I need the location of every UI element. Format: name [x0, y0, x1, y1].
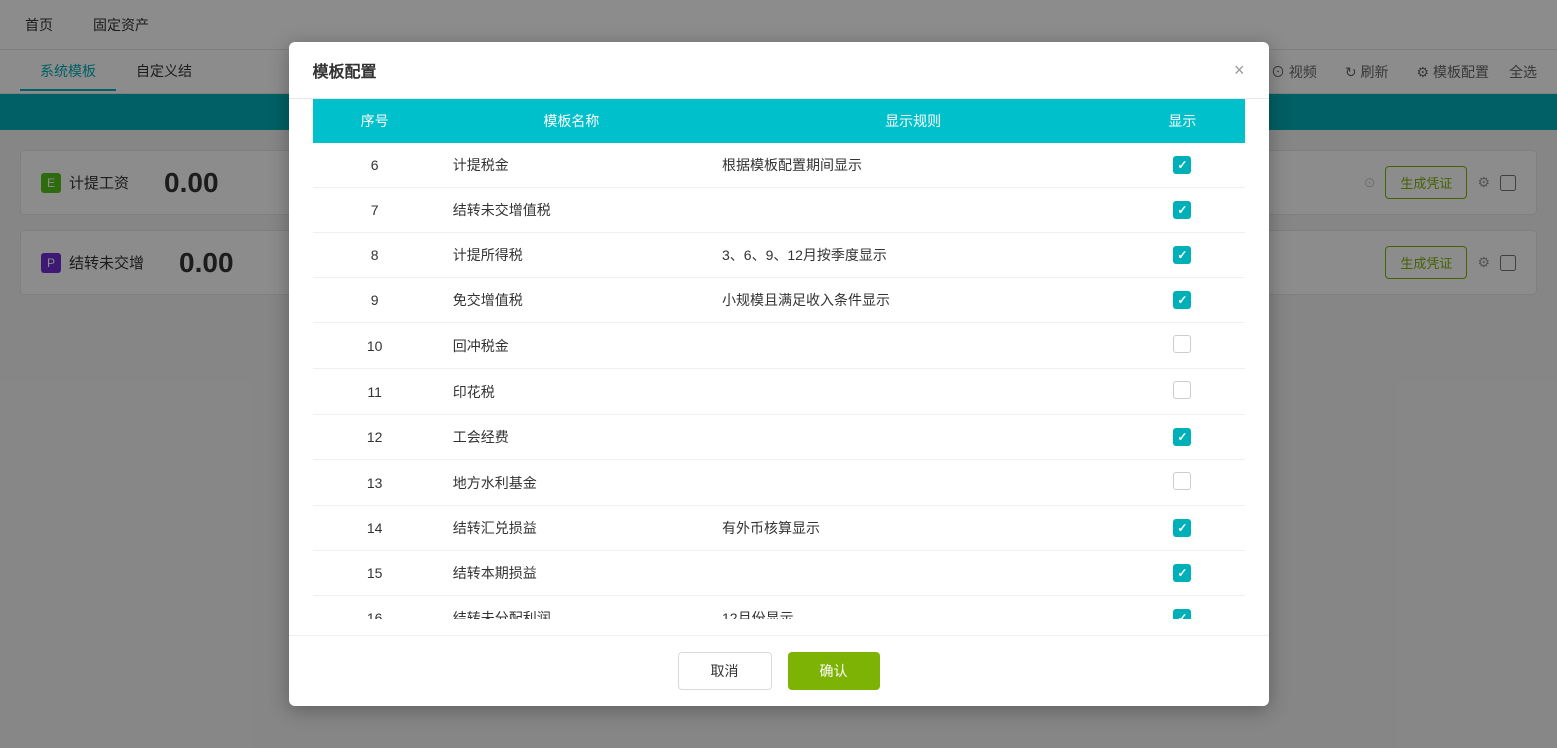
- cell-name-0: 计提税金: [437, 143, 706, 188]
- cell-rule-4: [706, 323, 1120, 369]
- cell-index-1: 7: [313, 188, 437, 233]
- checkbox-9[interactable]: [1173, 564, 1191, 582]
- table-body: 6计提税金根据模板配置期间显示7结转未交增值税8计提所得税3、6、9、12月按季…: [313, 143, 1245, 619]
- checkbox-1[interactable]: [1173, 201, 1191, 219]
- cell-check-0: [1120, 143, 1244, 188]
- dialog-close-button[interactable]: ×: [1234, 61, 1245, 79]
- cell-index-8: 14: [313, 506, 437, 551]
- cell-index-5: 11: [313, 369, 437, 415]
- modal-overlay: 模板配置 × 序号 模板名称 显示规则 显示 6计提税金根据模板配置期间显: [0, 0, 1557, 748]
- table-row: 11印花税: [313, 369, 1245, 415]
- cell-index-0: 6: [313, 143, 437, 188]
- cancel-button[interactable]: 取消: [678, 652, 772, 690]
- cell-rule-5: [706, 369, 1120, 415]
- cell-index-2: 8: [313, 233, 437, 278]
- checkbox-7[interactable]: [1173, 472, 1191, 490]
- table-row: 6计提税金根据模板配置期间显示: [313, 143, 1245, 188]
- cell-name-4: 回冲税金: [437, 323, 706, 369]
- cell-name-9: 结转本期损益: [437, 551, 706, 596]
- cell-index-9: 15: [313, 551, 437, 596]
- cell-check-3: [1120, 278, 1244, 323]
- dialog-footer: 取消 确认: [289, 635, 1269, 706]
- dialog-scroll-area[interactable]: 序号 模板名称 显示规则 显示 6计提税金根据模板配置期间显示7结转未交增值税8…: [313, 99, 1245, 619]
- table-row: 15结转本期损益: [313, 551, 1245, 596]
- cell-rule-10: 12月份显示: [706, 596, 1120, 620]
- col-header-rule: 显示规则: [706, 99, 1120, 143]
- cell-index-10: 16: [313, 596, 437, 620]
- checkbox-10[interactable]: [1173, 609, 1191, 619]
- cell-check-2: [1120, 233, 1244, 278]
- cell-name-6: 工会经费: [437, 415, 706, 460]
- checkbox-3[interactable]: [1173, 291, 1191, 309]
- table-row: 7结转未交增值税: [313, 188, 1245, 233]
- dialog-template-config: 模板配置 × 序号 模板名称 显示规则 显示 6计提税金根据模板配置期间显: [289, 42, 1269, 706]
- cell-name-10: 结转未分配利润: [437, 596, 706, 620]
- cell-check-5: [1120, 369, 1244, 415]
- cell-rule-7: [706, 460, 1120, 506]
- checkbox-2[interactable]: [1173, 246, 1191, 264]
- cell-name-1: 结转未交增值税: [437, 188, 706, 233]
- table-row: 9免交增值税小规模且满足收入条件显示: [313, 278, 1245, 323]
- cell-name-5: 印花税: [437, 369, 706, 415]
- cell-index-6: 12: [313, 415, 437, 460]
- table-row: 8计提所得税3、6、9、12月按季度显示: [313, 233, 1245, 278]
- cell-rule-2: 3、6、9、12月按季度显示: [706, 233, 1120, 278]
- checkbox-4[interactable]: [1173, 335, 1191, 353]
- confirm-button[interactable]: 确认: [788, 652, 880, 690]
- cell-check-7: [1120, 460, 1244, 506]
- cell-index-4: 10: [313, 323, 437, 369]
- checkbox-0[interactable]: [1173, 156, 1191, 174]
- cell-rule-9: [706, 551, 1120, 596]
- cell-check-6: [1120, 415, 1244, 460]
- dialog-header: 模板配置 ×: [289, 42, 1269, 99]
- checkbox-5[interactable]: [1173, 381, 1191, 399]
- dialog-title: 模板配置: [313, 58, 377, 82]
- config-table: 序号 模板名称 显示规则 显示 6计提税金根据模板配置期间显示7结转未交增值税8…: [313, 99, 1245, 619]
- cell-rule-8: 有外币核算显示: [706, 506, 1120, 551]
- table-row: 12工会经费: [313, 415, 1245, 460]
- cell-check-4: [1120, 323, 1244, 369]
- col-header-index: 序号: [313, 99, 437, 143]
- cell-index-7: 13: [313, 460, 437, 506]
- cell-check-8: [1120, 506, 1244, 551]
- cell-name-3: 免交增值税: [437, 278, 706, 323]
- dialog-body: 序号 模板名称 显示规则 显示 6计提税金根据模板配置期间显示7结转未交增值税8…: [289, 99, 1269, 635]
- col-header-display: 显示: [1120, 99, 1244, 143]
- cell-check-9: [1120, 551, 1244, 596]
- cell-rule-0: 根据模板配置期间显示: [706, 143, 1120, 188]
- cell-rule-3: 小规模且满足收入条件显示: [706, 278, 1120, 323]
- cell-name-7: 地方水利基金: [437, 460, 706, 506]
- col-header-name: 模板名称: [437, 99, 706, 143]
- table-row: 10回冲税金: [313, 323, 1245, 369]
- table-row: 13地方水利基金: [313, 460, 1245, 506]
- table-row: 16结转未分配利润12月份显示: [313, 596, 1245, 620]
- cell-rule-1: [706, 188, 1120, 233]
- checkbox-8[interactable]: [1173, 519, 1191, 537]
- cell-rule-6: [706, 415, 1120, 460]
- table-header: 序号 模板名称 显示规则 显示: [313, 99, 1245, 143]
- cell-name-2: 计提所得税: [437, 233, 706, 278]
- cell-check-1: [1120, 188, 1244, 233]
- table-row: 14结转汇兑损益有外币核算显示: [313, 506, 1245, 551]
- cell-name-8: 结转汇兑损益: [437, 506, 706, 551]
- cell-check-10: [1120, 596, 1244, 620]
- checkbox-6[interactable]: [1173, 428, 1191, 446]
- cell-index-3: 9: [313, 278, 437, 323]
